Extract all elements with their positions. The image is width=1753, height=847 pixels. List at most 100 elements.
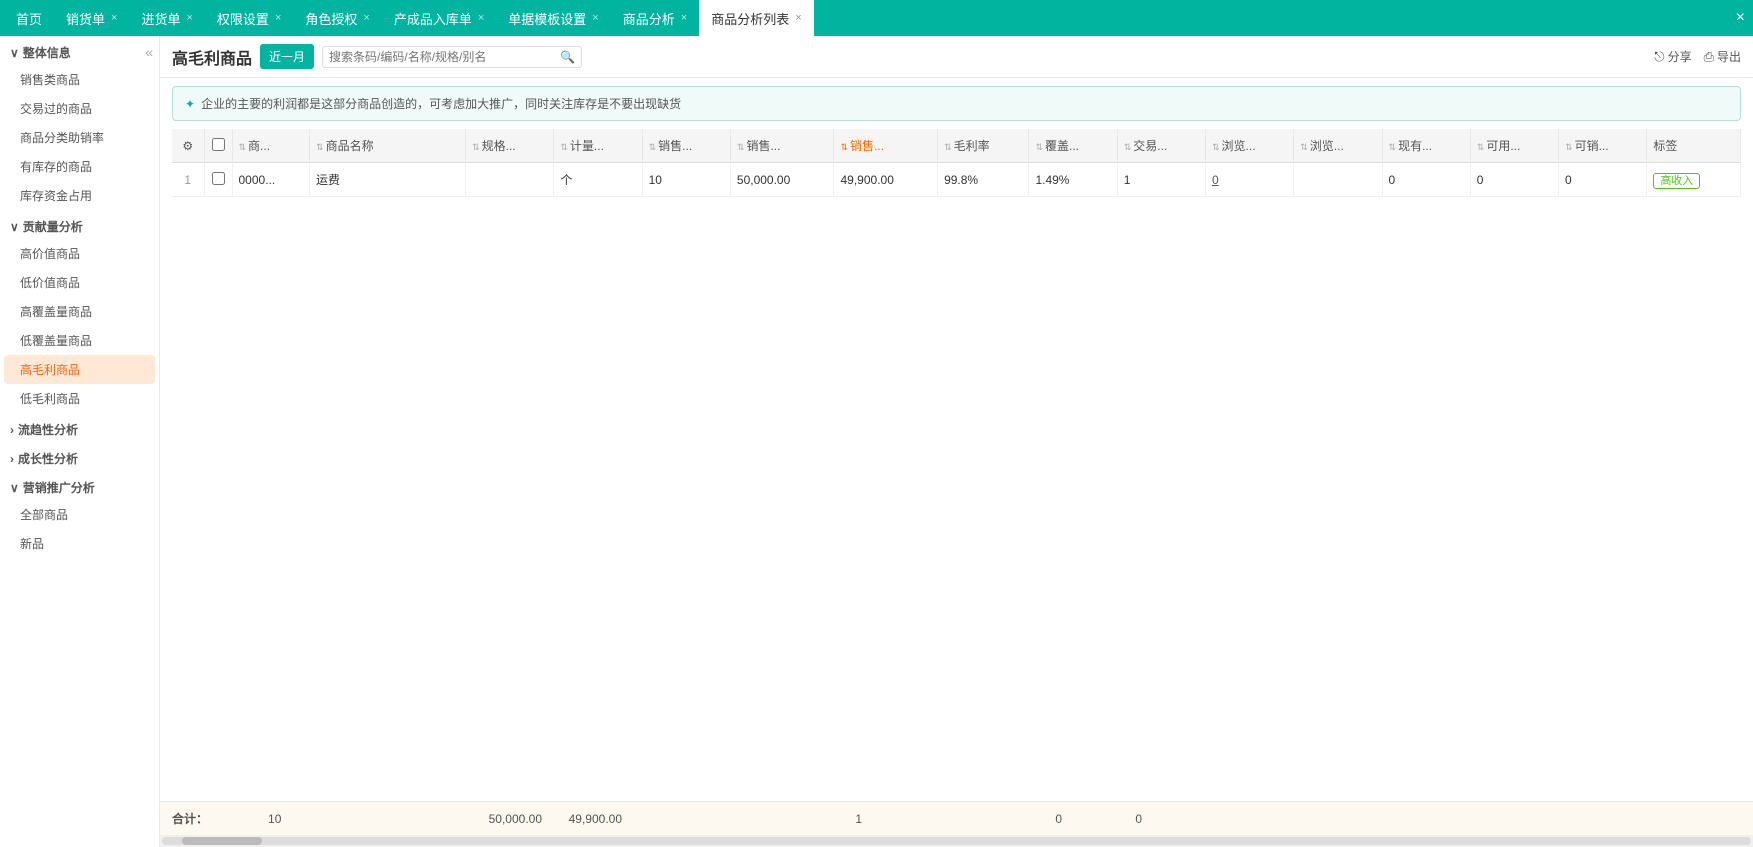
row-trade: 1	[1117, 163, 1205, 197]
th-browse2[interactable]: ⇅浏览...	[1294, 129, 1382, 163]
footer-sales-profit: 49,900.00	[548, 812, 628, 826]
sidebar-item-all-goods[interactable]: 全部商品	[0, 500, 159, 529]
content-header: 高毛利商品 近一月 🔍 ⎋ 分享 ⎙ 导出	[160, 36, 1753, 78]
nav-tab-role-close[interactable]: ×	[363, 12, 369, 24]
sidebar-item-traded-goods[interactable]: 交易过的商品	[0, 94, 159, 123]
nav-tab-permission-close[interactable]: ×	[275, 12, 281, 24]
row-sales-profit: 49,900.00	[834, 163, 938, 197]
table-wrapper: ⚙ ⇅商... ⇅商品名称 ⇅规格...	[160, 129, 1753, 801]
row-spec	[466, 163, 554, 197]
header-actions: ⎋ 分享 ⎙ 导出	[1654, 48, 1741, 65]
th-settings[interactable]: ⚙	[172, 129, 204, 163]
th-checkbox	[204, 129, 232, 163]
nav-tab-home-label: 首页	[16, 9, 42, 28]
sidebar-group-overview[interactable]: ∨ 整体信息	[0, 36, 159, 65]
row-code: 0000...	[232, 163, 310, 197]
footer-sales-amount: 50,000.00	[468, 812, 548, 826]
filter-recent-month-button[interactable]: 近一月	[260, 44, 314, 69]
footer-empty1	[628, 812, 788, 826]
settings-icon[interactable]: ⚙	[182, 139, 193, 153]
sidebar-group-trend[interactable]: › 流趋性分析	[0, 413, 159, 442]
th-sales-profit[interactable]: ⇅销售...	[834, 129, 938, 163]
top-nav: 首页 销货单 × 进货单 × 权限设置 × 角色授权 × 产成品入库单 × 单据…	[0, 0, 1753, 36]
sidebar-group-growth[interactable]: › 成长性分析	[0, 442, 159, 471]
nav-tab-home[interactable]: 首页	[4, 0, 54, 36]
close-all-tabs-button[interactable]: ×	[1736, 9, 1745, 27]
th-sales-qty[interactable]: ⇅销售...	[642, 129, 730, 163]
share-label: 分享	[1668, 48, 1692, 65]
share-icon: ⎋	[1654, 49, 1664, 65]
select-all-checkbox[interactable]	[212, 138, 225, 151]
th-name[interactable]: ⇅商品名称	[310, 129, 466, 163]
sidebar-item-stock-capital[interactable]: 库存资金占用	[0, 181, 159, 210]
sidebar-item-category-rate[interactable]: 商品分类助销率	[0, 123, 159, 152]
table-footer: 合计： 10 50,000.00 49,900.00 1 0 0	[160, 801, 1753, 835]
sidebar-group-growth-label: 成长性分析	[18, 450, 78, 467]
row-checkbox-cell	[204, 163, 232, 197]
nav-tab-inbound[interactable]: 产成品入库单 ×	[382, 0, 496, 36]
nav-tab-analysis-close[interactable]: ×	[681, 12, 687, 24]
nav-tab-analysis-list-label: 商品分析列表	[711, 9, 789, 28]
th-current-stock[interactable]: ⇅现有...	[1382, 129, 1470, 163]
horizontal-scrollbar[interactable]	[160, 835, 1753, 847]
nav-tab-sales[interactable]: 销货单 ×	[54, 0, 129, 36]
info-banner: ✦ 企业的主要的利润都是这部分商品创造的，可考虑加大推广，同时关注库存是不要出现…	[172, 86, 1741, 121]
sidebar-item-new-goods[interactable]: 新品	[0, 529, 159, 558]
sidebar-item-high-margin[interactable]: 高毛利商品	[4, 355, 155, 384]
scrollbar-track	[162, 837, 1751, 845]
sidebar-item-high-value[interactable]: 高价值商品	[0, 239, 159, 268]
row-num: 1	[172, 163, 204, 197]
nav-tab-permission[interactable]: 权限设置 ×	[205, 0, 293, 36]
chevron-down-icon-2: ∨	[10, 220, 19, 234]
nav-tab-analysis[interactable]: 商品分析 ×	[611, 0, 699, 36]
footer-values: 10 50,000.00 49,900.00 1 0 0	[268, 812, 1148, 826]
nav-tab-sales-close[interactable]: ×	[111, 12, 117, 24]
data-table: ⚙ ⇅商... ⇅商品名称 ⇅规格...	[172, 129, 1741, 197]
browse1-link[interactable]: 0	[1212, 173, 1219, 187]
nav-tab-purchase-close[interactable]: ×	[186, 12, 192, 24]
nav-tab-role-label: 角色授权	[305, 9, 357, 28]
search-icon[interactable]: 🔍	[560, 50, 575, 64]
row-gross-rate: 99.8%	[938, 163, 1029, 197]
nav-tab-inbound-close[interactable]: ×	[478, 12, 484, 24]
sidebar-item-high-coverage[interactable]: 高覆盖量商品	[0, 297, 159, 326]
th-coverage[interactable]: ⇅覆盖...	[1029, 129, 1117, 163]
th-gross-rate[interactable]: ⇅毛利率	[938, 129, 1029, 163]
th-spec[interactable]: ⇅规格...	[466, 129, 554, 163]
row-unit: 个	[554, 163, 642, 197]
footer-trade: 1	[788, 812, 868, 826]
sidebar-item-low-coverage[interactable]: 低覆盖量商品	[0, 326, 159, 355]
sidebar-item-sales-goods[interactable]: 销售类商品	[0, 65, 159, 94]
nav-tab-analysis-list-close[interactable]: ×	[795, 12, 801, 24]
th-available[interactable]: ⇅可用...	[1470, 129, 1558, 163]
th-trade[interactable]: ⇅交易...	[1117, 129, 1205, 163]
nav-tab-purchase[interactable]: 进货单 ×	[129, 0, 204, 36]
sidebar: « ∨ 整体信息 销售类商品 交易过的商品 商品分类助销率 有库存的商品 库存资…	[0, 36, 160, 847]
nav-tab-analysis-list[interactable]: 商品分析列表 ×	[699, 0, 813, 36]
export-label: 导出	[1717, 48, 1741, 65]
sidebar-group-contribution[interactable]: ∨ 贡献量分析	[0, 210, 159, 239]
th-code[interactable]: ⇅商...	[232, 129, 310, 163]
nav-tab-role[interactable]: 角色授权 ×	[293, 0, 381, 36]
sidebar-collapse-button[interactable]: «	[145, 44, 153, 60]
row-sellable: 0	[1559, 163, 1647, 197]
search-input[interactable]	[329, 50, 560, 64]
row-checkbox[interactable]	[212, 172, 225, 185]
row-browse2	[1294, 163, 1382, 197]
th-sellable[interactable]: ⇅可销...	[1559, 129, 1647, 163]
sidebar-item-low-margin[interactable]: 低毛利商品	[0, 384, 159, 413]
content-area: 高毛利商品 近一月 🔍 ⎋ 分享 ⎙ 导出 ✦ 企业的主要的利润都是这部分商品创…	[160, 36, 1753, 847]
th-unit[interactable]: ⇅计量...	[554, 129, 642, 163]
th-sales-amount[interactable]: ⇅销售...	[730, 129, 834, 163]
sidebar-item-in-stock-goods[interactable]: 有库存的商品	[0, 152, 159, 181]
nav-tab-template-close[interactable]: ×	[592, 12, 598, 24]
row-browse1[interactable]: 0	[1205, 163, 1293, 197]
th-browse1[interactable]: ⇅浏览...	[1205, 129, 1293, 163]
sidebar-item-low-value[interactable]: 低价值商品	[0, 268, 159, 297]
nav-tab-template[interactable]: 单据模板设置 ×	[496, 0, 610, 36]
share-button[interactable]: ⎋ 分享	[1654, 48, 1691, 65]
export-button[interactable]: ⎙ 导出	[1704, 48, 1741, 65]
table-row: 1 0000... 运费 个 10 50,000.00 49,900.00 99…	[172, 163, 1741, 197]
sidebar-group-marketing[interactable]: ∨ 营销推广分析	[0, 471, 159, 500]
scrollbar-thumb[interactable]	[182, 837, 262, 845]
